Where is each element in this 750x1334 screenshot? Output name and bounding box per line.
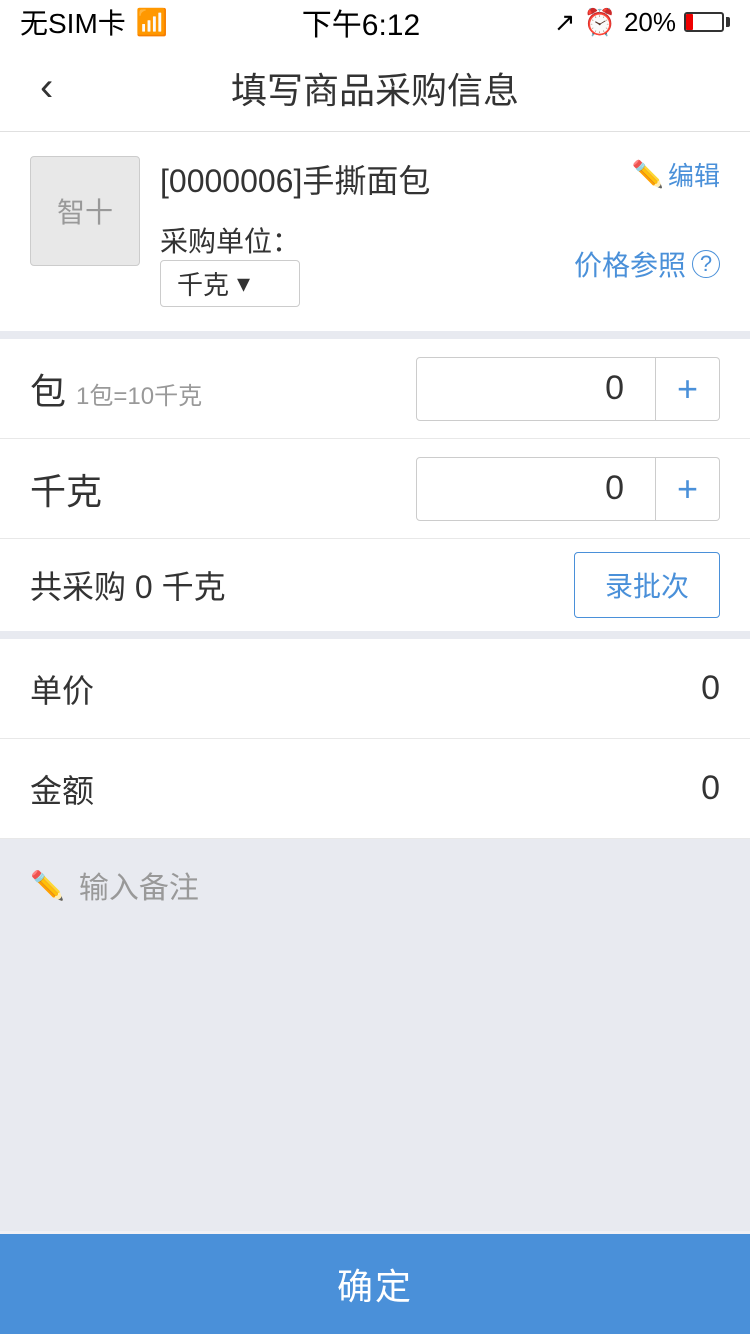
back-button[interactable]: ‹ [30, 55, 63, 120]
help-icon: ? [692, 250, 720, 278]
bag-input[interactable] [416, 357, 656, 421]
carrier-label: 无SIM卡 [20, 2, 126, 42]
unit-row: 采购单位： 千克 ▾ 价格参照 ? [160, 220, 720, 307]
product-info: [0000006]手撕面包 ✏️ 编辑 采购单位： 千克 ▾ 价格参照 [160, 156, 720, 307]
status-left: 无SIM卡 📶 [20, 2, 168, 42]
bag-plus-button[interactable]: + [656, 357, 720, 421]
note-section[interactable]: ✏️ 输入备注 [0, 839, 750, 931]
empty-area [0, 931, 750, 1231]
unit-select[interactable]: 千克 ▾ [160, 260, 300, 307]
edit-button[interactable]: ✏️ 编辑 [632, 156, 720, 193]
note-placeholder: 输入备注 [79, 863, 199, 907]
amount-row: 金额 0 [0, 739, 750, 839]
kg-plus-button[interactable]: + [656, 457, 720, 521]
summary-text: 共采购 0 千克 [30, 562, 226, 608]
status-time: 下午6:12 [302, 0, 420, 44]
unit-label-group: 采购单位： 千克 ▾ [160, 220, 300, 307]
status-bar: 无SIM卡 📶 下午6:12 ↗ ⏰ 20% [0, 0, 750, 44]
summary-row: 共采购 0 千克 录批次 [0, 539, 750, 639]
location-icon: ↗ [554, 7, 576, 38]
nav-bar: ‹ 填写商品采购信息 [0, 44, 750, 132]
status-right: ↗ ⏰ 20% [554, 7, 730, 38]
kg-input-right: + [150, 457, 720, 521]
alarm-icon: ⏰ [584, 7, 616, 38]
confirm-button[interactable]: 确定 [0, 1234, 750, 1334]
product-name-row: [0000006]手撕面包 ✏️ 编辑 [160, 156, 720, 202]
bag-input-row: 包 1包=10千克 + [0, 339, 750, 439]
battery-percent: 20% [624, 7, 676, 38]
kg-input[interactable] [416, 457, 656, 521]
product-card: 智十 [0000006]手撕面包 ✏️ 编辑 采购单位： 千克 ▾ [0, 132, 750, 339]
battery-icon [684, 12, 730, 32]
kg-input-row: 千克 + [0, 439, 750, 539]
wifi-icon: 📶 [136, 7, 168, 38]
product-name: [0000006]手撕面包 [160, 156, 430, 202]
input-section: 包 1包=10千克 + 千克 + [0, 339, 750, 539]
chevron-down-icon: ▾ [237, 268, 250, 299]
unit-price-row: 单价 0 [0, 639, 750, 739]
bag-input-right: + [202, 357, 720, 421]
product-image-text: 智十 [57, 191, 113, 231]
price-section: 单价 0 金额 0 [0, 639, 750, 839]
record-batch-button[interactable]: 录批次 [574, 552, 720, 618]
price-ref-button[interactable]: 价格参照 ? [574, 244, 720, 284]
product-image: 智十 [30, 156, 140, 266]
page-title: 填写商品采购信息 [231, 62, 519, 114]
bag-label-group: 包 1包=10千克 [30, 363, 202, 415]
kg-label-group: 千克 [30, 463, 150, 515]
pencil-icon: ✏️ [30, 869, 65, 902]
